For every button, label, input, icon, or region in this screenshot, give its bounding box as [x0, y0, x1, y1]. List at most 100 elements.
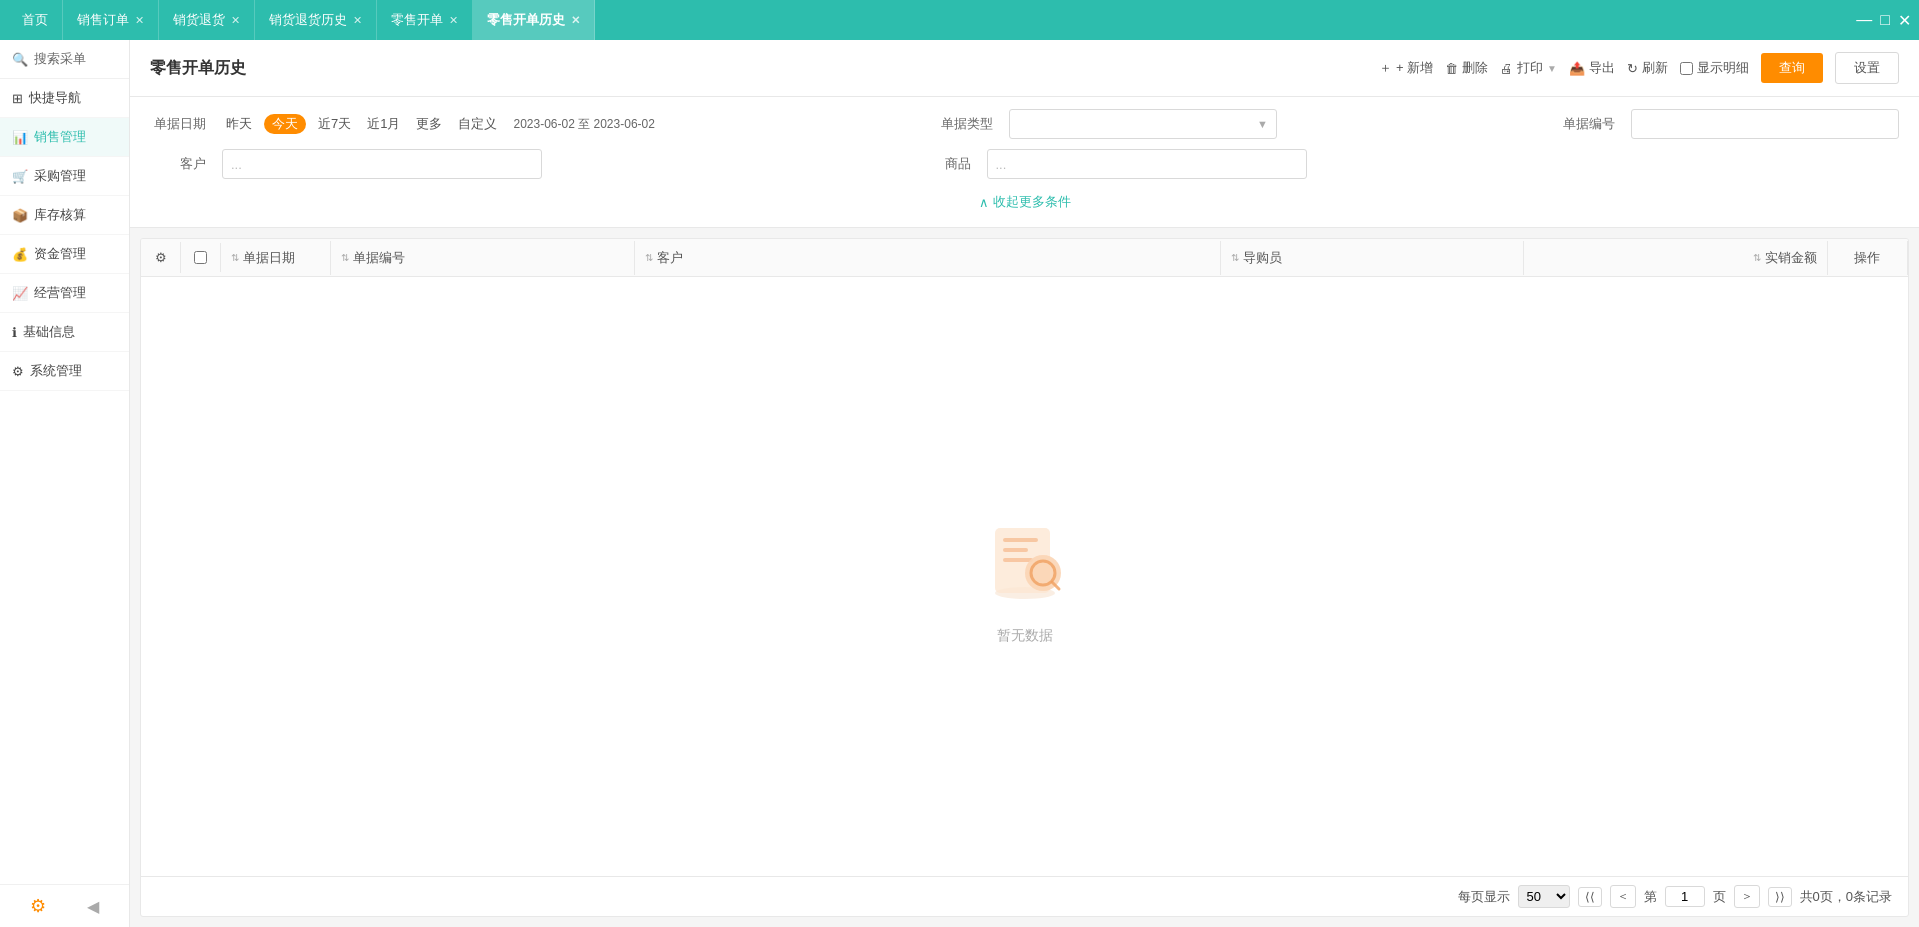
collapse-link[interactable]: ∧ 收起更多条件 — [150, 189, 1899, 215]
show-detail-checkbox[interactable] — [1680, 62, 1693, 75]
tab-retail-history-close[interactable]: ✕ — [571, 14, 580, 27]
sort-icon-date[interactable]: ⇅ — [231, 252, 239, 263]
chevron-up-icon: ∧ — [979, 195, 989, 210]
customer-input[interactable]: ... — [222, 149, 542, 179]
date-custom[interactable]: 自定义 — [454, 114, 501, 134]
refresh-label: 刷新 — [1642, 59, 1668, 77]
tab-sales-order-label: 销售订单 — [77, 11, 129, 29]
empty-illustration — [975, 508, 1075, 611]
th-action: 操作 — [1828, 241, 1908, 275]
sidebar-item-operations[interactable]: 📈 经营管理 — [0, 274, 129, 313]
export-icon: 📤 — [1569, 61, 1585, 76]
sidebar-item-purchase-mgmt[interactable]: 🛒 采购管理 — [0, 157, 129, 196]
page-input[interactable] — [1665, 886, 1705, 907]
sidebar-item-basic-info[interactable]: ℹ 基础信息 — [0, 313, 129, 352]
th-checkbox[interactable] — [181, 243, 221, 272]
inventory-icon: 📦 — [12, 208, 28, 223]
close-icon[interactable]: ✕ — [1898, 11, 1911, 30]
order-type-dropdown-icon: ▼ — [1257, 118, 1268, 130]
content-area: 零售开单历史 ＋ + 新增 🗑 删除 🖨 打印 ▼ 📤 导出 — [130, 40, 1919, 927]
order-type-select[interactable]: ▼ — [1009, 109, 1277, 139]
tab-sales-return-history[interactable]: 销货退货历史 ✕ — [255, 0, 377, 40]
sidebar-item-finance[interactable]: 💰 资金管理 — [0, 235, 129, 274]
date-today[interactable]: 今天 — [264, 114, 306, 134]
product-placeholder: ... — [996, 157, 1007, 172]
sort-icon-customer[interactable]: ⇅ — [645, 252, 653, 263]
date-7days[interactable]: 近7天 — [314, 114, 355, 134]
sidebar-item-inventory[interactable]: 📦 库存核算 — [0, 196, 129, 235]
show-detail-checkbox-label[interactable]: 显示明细 — [1680, 59, 1749, 77]
tab-retail-history[interactable]: 零售开单历史 ✕ — [473, 0, 595, 40]
export-button[interactable]: 📤 导出 — [1569, 59, 1615, 77]
th-order-no: ⇅ 单据编号 — [331, 241, 635, 275]
sidebar: 🔍 搜索采单 ⊞ 快捷导航 📊 销售管理 🛒 采购管理 📦 库存核算 💰 资金管… — [0, 40, 130, 927]
sort-icon-amount[interactable]: ⇅ — [1753, 252, 1761, 263]
add-label: + 新增 — [1396, 59, 1433, 77]
tab-sales-order-close[interactable]: ✕ — [135, 14, 144, 27]
refresh-icon: ↻ — [1627, 61, 1638, 76]
tab-retail-history-label: 零售开单历史 — [487, 11, 565, 29]
filter-row-2: 客户 ... 商品 ... — [150, 149, 1899, 179]
tab-sales-return-close[interactable]: ✕ — [231, 14, 240, 27]
sidebar-item-finance-label: 资金管理 — [34, 245, 86, 263]
collapse-sidebar-icon[interactable]: ◀ — [87, 897, 99, 916]
sidebar-item-sales-mgmt[interactable]: 📊 销售管理 — [0, 118, 129, 157]
sidebar-item-quick-nav[interactable]: ⊞ 快捷导航 — [0, 79, 129, 118]
next-page-button[interactable]: ＞ — [1734, 885, 1760, 908]
settings-bottom-icon[interactable]: ⚙ — [30, 895, 46, 917]
date-1month[interactable]: 近1月 — [363, 114, 404, 134]
order-no-input[interactable] — [1631, 109, 1899, 139]
date-yesterday[interactable]: 昨天 — [222, 114, 256, 134]
refresh-button[interactable]: ↻ 刷新 — [1627, 59, 1668, 77]
th-amount: ⇅ 实销金额 — [1524, 241, 1828, 275]
tab-home[interactable]: 首页 — [8, 0, 63, 40]
sidebar-item-sys-mgmt[interactable]: ⚙ 系统管理 — [0, 352, 129, 391]
search-icon: 🔍 — [12, 52, 28, 67]
th-guide-label: 导购员 — [1243, 249, 1282, 267]
th-amount-label: 实销金额 — [1765, 249, 1817, 267]
quick-nav-icon: ⊞ — [12, 91, 23, 106]
table-area: ⚙ ⇅ 单据日期 ⇅ 单据编号 ⇅ 客户 ⇅ — [140, 238, 1909, 917]
settings-button[interactable]: 设置 — [1835, 52, 1899, 84]
tab-sales-return[interactable]: 销货退货 ✕ — [159, 0, 255, 40]
svg-rect-3 — [1003, 548, 1028, 552]
purchase-mgmt-icon: 🛒 — [12, 169, 28, 184]
print-button[interactable]: 🖨 打印 ▼ — [1500, 59, 1557, 77]
date-more[interactable]: 更多 — [412, 114, 446, 134]
sort-icon-order[interactable]: ⇅ — [341, 252, 349, 263]
delete-icon: 🗑 — [1445, 61, 1458, 76]
tab-sales-return-history-close[interactable]: ✕ — [353, 14, 362, 27]
table-settings-icon[interactable]: ⚙ — [155, 250, 167, 265]
svg-rect-2 — [1003, 538, 1038, 542]
sidebar-search-label: 搜索采单 — [34, 50, 86, 68]
date-filter-label: 单据日期 — [150, 115, 206, 133]
sidebar-item-basic-info-label: 基础信息 — [23, 323, 75, 341]
add-button[interactable]: ＋ + 新增 — [1379, 59, 1433, 77]
page-suffix: 页 — [1713, 888, 1726, 906]
sort-icon-guide[interactable]: ⇅ — [1231, 252, 1239, 263]
th-date-label: 单据日期 — [243, 249, 295, 267]
filter-row-1: 单据日期 昨天 今天 近7天 近1月 更多 自定义 2023-06-02 至 2… — [150, 109, 1899, 139]
customer-placeholder: ... — [231, 157, 242, 172]
query-button[interactable]: 查询 — [1761, 53, 1823, 83]
show-detail-label: 显示明细 — [1697, 59, 1749, 77]
tab-retail-open-close[interactable]: ✕ — [449, 14, 458, 27]
sales-mgmt-icon: 📊 — [12, 130, 28, 145]
product-input[interactable]: ... — [987, 149, 1307, 179]
first-page-button[interactable]: ⟨⟨ — [1578, 887, 1602, 907]
tab-sales-order[interactable]: 销售订单 ✕ — [63, 0, 159, 40]
pagination: 每页显示 50 10 20 100 ⟨⟨ ＜ 第 页 ＞ ⟩⟩ 共0页，0条记录 — [141, 876, 1908, 916]
prev-page-button[interactable]: ＜ — [1610, 885, 1636, 908]
tab-retail-open[interactable]: 零售开单 ✕ — [377, 0, 473, 40]
sidebar-search[interactable]: 🔍 搜索采单 — [0, 40, 129, 79]
delete-button[interactable]: 🗑 删除 — [1445, 59, 1488, 77]
th-date: ⇅ 单据日期 — [221, 241, 331, 275]
sidebar-item-inventory-label: 库存核算 — [34, 206, 86, 224]
per-page-select[interactable]: 50 10 20 100 — [1518, 885, 1570, 908]
last-page-button[interactable]: ⟩⟩ — [1768, 887, 1792, 907]
maximize-icon[interactable]: □ — [1880, 11, 1890, 30]
select-all-checkbox[interactable] — [194, 251, 207, 264]
minimize-icon[interactable]: — — [1856, 11, 1872, 30]
th-settings[interactable]: ⚙ — [141, 242, 181, 273]
sidebar-item-sales-mgmt-label: 销售管理 — [34, 128, 86, 146]
